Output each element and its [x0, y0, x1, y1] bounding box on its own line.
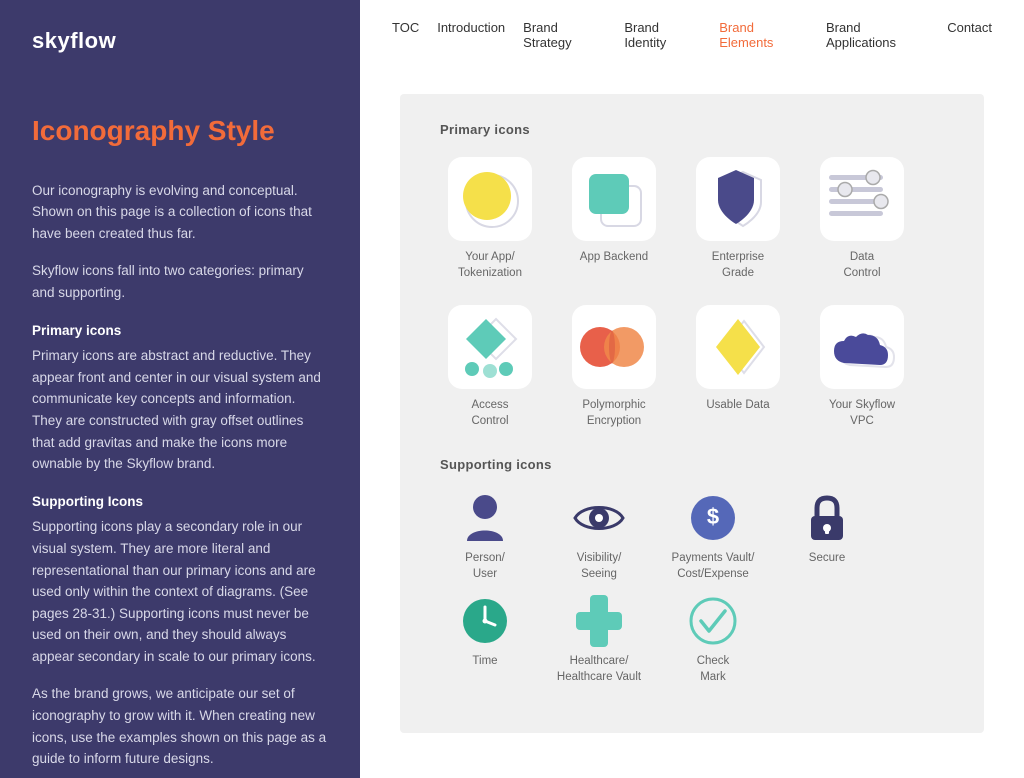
- enterprise-grade-icon: [703, 164, 773, 234]
- icon-box-time: [459, 595, 511, 647]
- logo: skyflow: [32, 28, 328, 54]
- data-control-label: DataControl: [843, 249, 880, 281]
- secure-icon: [807, 494, 847, 542]
- icon-cell-enterprise: EnterpriseGrade: [688, 157, 788, 281]
- payments-icon: $: [689, 494, 737, 542]
- supporting-icons-desc: Supporting icons play a secondary role i…: [32, 516, 328, 667]
- supporting-icons-label: Supporting icons: [440, 457, 944, 472]
- supporting-icons-section: Supporting icons Person/User: [440, 457, 944, 684]
- primary-icons-label: Primary icons: [440, 122, 944, 137]
- enterprise-label: EnterpriseGrade: [712, 249, 764, 281]
- sidebar-para-closing: As the brand grows, we anticipate our se…: [32, 683, 328, 769]
- icon-cell-payments: $ Payments Vault/Cost/Expense: [668, 492, 758, 582]
- time-label: Time: [472, 653, 497, 669]
- svg-text:$: $: [707, 504, 719, 529]
- your-app-label: Your App/Tokenization: [458, 249, 522, 281]
- icon-cell-data-control: DataControl: [812, 157, 912, 281]
- top-nav: TOC Introduction Brand Strategy Brand Id…: [360, 0, 1024, 70]
- vpc-icon: [822, 317, 902, 377]
- sidebar-body: Our iconography is evolving and conceptu…: [32, 180, 328, 778]
- icon-cell-polymorphic: PolymorphicEncryption: [564, 305, 664, 429]
- time-icon: [461, 597, 509, 645]
- icon-cell-time: Time: [440, 595, 530, 685]
- icon-box-secure: [801, 492, 853, 544]
- sidebar-para-1: Our iconography is evolving and conceptu…: [32, 180, 328, 245]
- sidebar-section-primary: Primary icons Primary icons are abstract…: [32, 320, 328, 475]
- data-control-icon: [825, 169, 899, 229]
- icon-box-payments: $: [687, 492, 739, 544]
- usable-data-label: Usable Data: [706, 397, 769, 413]
- icon-box-usable-data: [696, 305, 780, 389]
- icon-box-polymorphic: [572, 305, 656, 389]
- icon-box-access-control: [448, 305, 532, 389]
- icon-cell-access-control: AccessControl: [440, 305, 540, 429]
- visibility-icon: [573, 498, 625, 538]
- primary-icons-row-2: AccessControl PolymorphicEncryption: [440, 305, 944, 429]
- sidebar: skyflow Iconography Style Our iconograph…: [0, 0, 360, 778]
- healthcare-icon: [576, 595, 622, 647]
- icon-box-visibility: [573, 492, 625, 544]
- sidebar-section-supporting: Supporting Icons Supporting icons play a…: [32, 491, 328, 668]
- icon-cell-your-app: Your App/Tokenization: [440, 157, 540, 281]
- nav-toc[interactable]: TOC: [392, 20, 419, 50]
- your-app-icon: [455, 164, 525, 234]
- icon-cell-secure: Secure: [782, 492, 872, 582]
- checkmark-icon: [689, 597, 737, 645]
- app-backend-icon: [579, 164, 649, 234]
- content-area: Primary icons Your App/Tokenization: [360, 70, 1024, 773]
- person-icon: [463, 493, 507, 543]
- icon-box-person: [459, 492, 511, 544]
- nav-brand-strategy[interactable]: Brand Strategy: [523, 20, 606, 50]
- icon-cell-visibility: Visibility/Seeing: [554, 492, 644, 582]
- icon-box-data-control: [820, 157, 904, 241]
- usable-data-icon: [704, 313, 772, 381]
- icon-cell-vpc: Your SkyflowVPC: [812, 305, 912, 429]
- visibility-label: Visibility/Seeing: [577, 550, 622, 582]
- secure-label: Secure: [809, 550, 845, 566]
- icon-cell-checkmark: CheckMark: [668, 595, 758, 685]
- payments-label: Payments Vault/Cost/Expense: [672, 550, 755, 582]
- sidebar-para-2: Skyflow icons fall into two categories: …: [32, 260, 328, 303]
- icon-cell-app-backend: App Backend: [564, 157, 664, 281]
- primary-icons-desc: Primary icons are abstract and reductive…: [32, 345, 328, 475]
- icon-box-enterprise: [696, 157, 780, 241]
- person-label: Person/User: [465, 550, 505, 582]
- page-title: Iconography Style: [32, 114, 328, 148]
- icon-cell-healthcare: Healthcare/Healthcare Vault: [554, 595, 644, 685]
- polymorphic-encryption-icon: [578, 322, 650, 372]
- nav-brand-elements[interactable]: Brand Elements: [719, 20, 808, 50]
- access-control-icon: [454, 311, 526, 383]
- primary-icons-row-1: Your App/Tokenization App Backend: [440, 157, 944, 281]
- icon-box-healthcare: [573, 595, 625, 647]
- checkmark-label: CheckMark: [697, 653, 730, 685]
- main-content: TOC Introduction Brand Strategy Brand Id…: [360, 0, 1024, 778]
- app-backend-label: App Backend: [580, 249, 648, 265]
- icon-grid-container: Primary icons Your App/Tokenization: [400, 94, 984, 733]
- vpc-label: Your SkyflowVPC: [829, 397, 895, 429]
- nav-introduction[interactable]: Introduction: [437, 20, 505, 50]
- nav-brand-identity[interactable]: Brand Identity: [624, 20, 701, 50]
- icon-box-vpc: [820, 305, 904, 389]
- nav-links: TOC Introduction Brand Strategy Brand Id…: [392, 20, 992, 50]
- supporting-icons-row-2: Time Healthcare/Healthcare Vault: [440, 595, 944, 685]
- icon-box-app-backend: [572, 157, 656, 241]
- primary-icons-heading: Primary icons: [32, 320, 328, 342]
- icon-box-checkmark: [687, 595, 739, 647]
- supporting-icons-heading: Supporting Icons: [32, 491, 328, 513]
- icon-box-your-app: [448, 157, 532, 241]
- supporting-icons-row-1: Person/User Visibility/Seeing: [440, 492, 944, 582]
- healthcare-label: Healthcare/Healthcare Vault: [557, 653, 641, 685]
- access-control-label: AccessControl: [471, 397, 508, 429]
- icon-cell-person: Person/User: [440, 492, 530, 582]
- polymorphic-label: PolymorphicEncryption: [582, 397, 645, 429]
- nav-contact[interactable]: Contact: [947, 20, 992, 50]
- nav-brand-applications[interactable]: Brand Applications: [826, 20, 929, 50]
- icon-cell-usable-data: Usable Data: [688, 305, 788, 429]
